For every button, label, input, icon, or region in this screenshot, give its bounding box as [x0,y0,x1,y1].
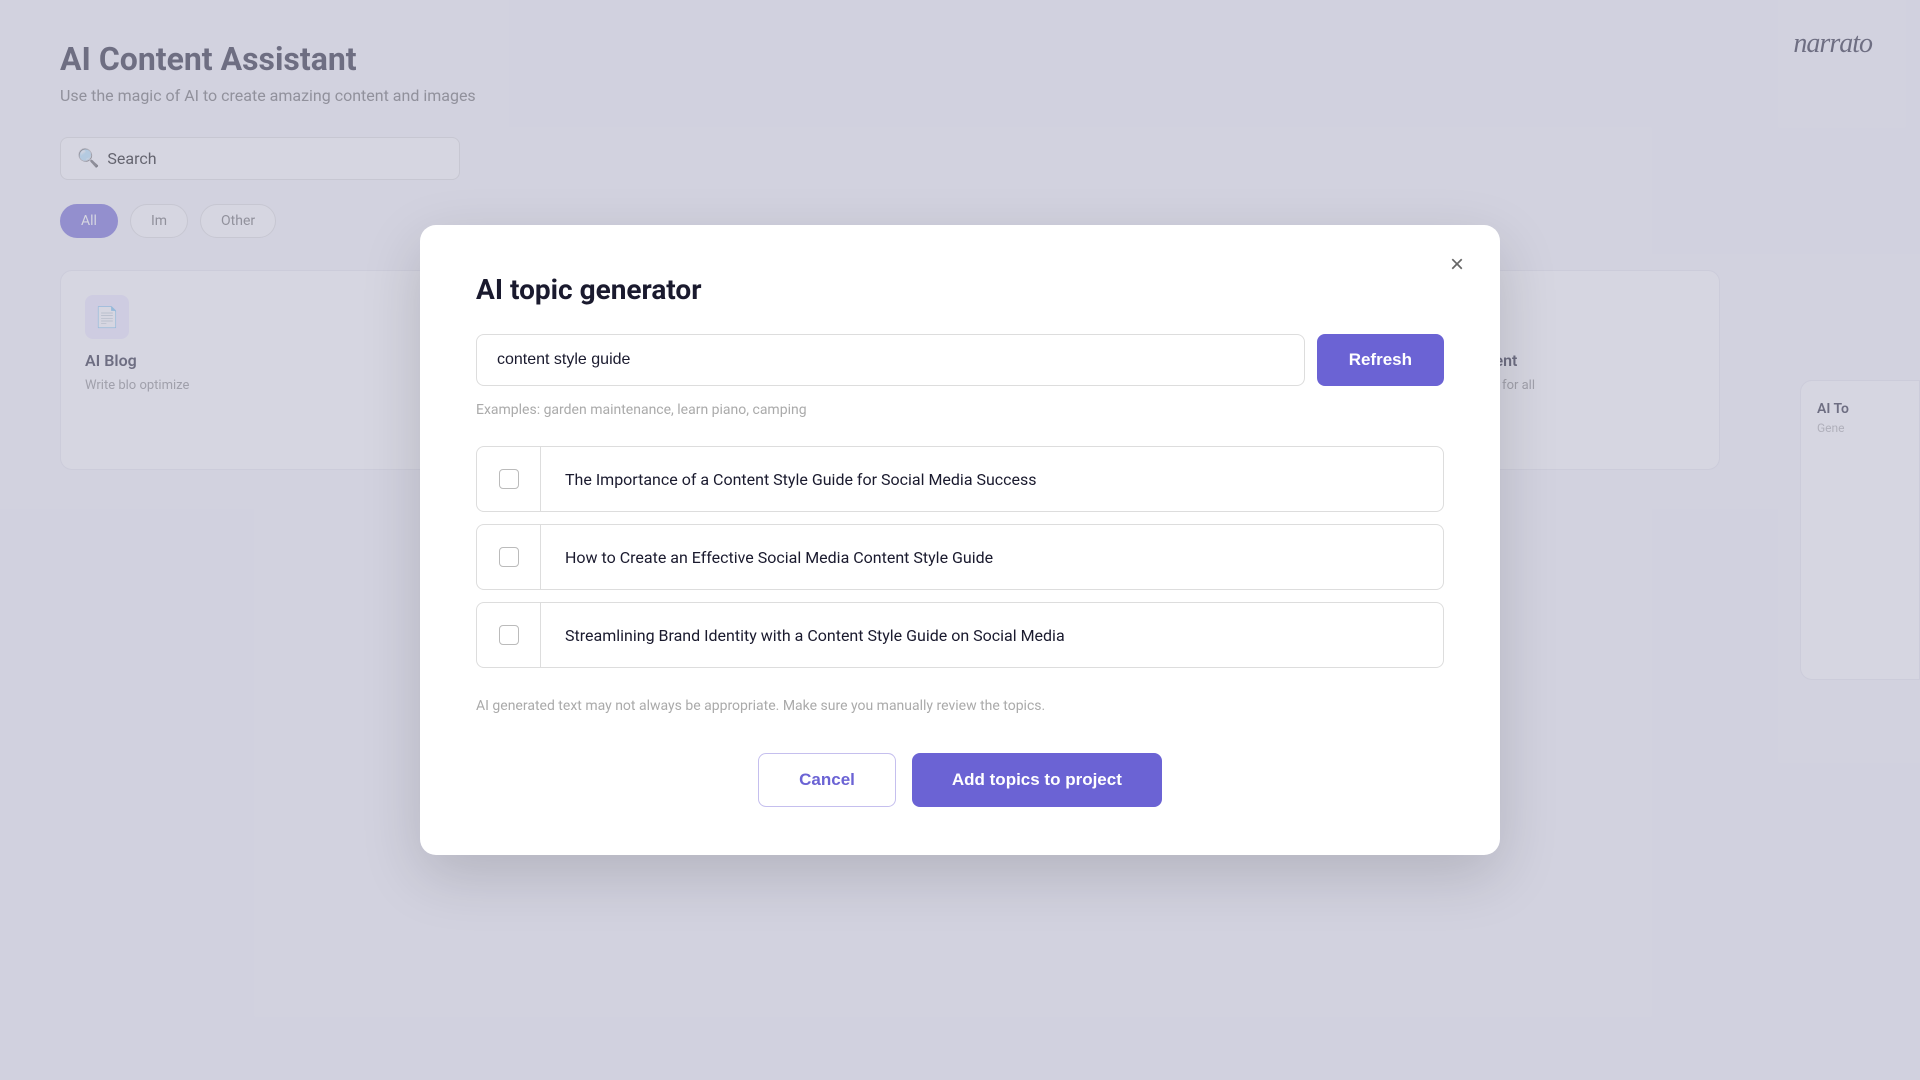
topic-list: The Importance of a Content Style Guide … [476,446,1444,668]
modal-actions: Cancel Add topics to project [476,753,1444,807]
modal-overlay: × AI topic generator Refresh Examples: g… [0,0,1920,1080]
topic-text-2: How to Create an Effective Social Media … [541,528,1443,587]
topic-item: The Importance of a Content Style Guide … [476,446,1444,512]
input-row: Refresh [476,334,1444,386]
topic-search-input[interactable] [476,334,1305,386]
cancel-button[interactable]: Cancel [758,753,896,807]
examples-text: Examples: garden maintenance, learn pian… [476,402,1444,418]
topic-checkbox-area-2 [477,525,541,589]
topic-item: Streamlining Brand Identity with a Conte… [476,602,1444,668]
topic-checkbox-area-3 [477,603,541,667]
topic-checkbox-1[interactable] [499,469,519,489]
disclaimer-text: AI generated text may not always be appr… [476,696,1444,717]
modal-title: AI topic generator [476,273,1444,306]
add-topics-button[interactable]: Add topics to project [912,753,1162,807]
refresh-button[interactable]: Refresh [1317,334,1444,386]
topic-item: How to Create an Effective Social Media … [476,524,1444,590]
ai-topic-generator-modal: × AI topic generator Refresh Examples: g… [420,225,1500,855]
topic-checkbox-3[interactable] [499,625,519,645]
topic-text-3: Streamlining Brand Identity with a Conte… [541,606,1443,665]
topic-checkbox-area-1 [477,447,541,511]
topic-checkbox-2[interactable] [499,547,519,567]
topic-text-1: The Importance of a Content Style Guide … [541,450,1443,509]
close-button[interactable]: × [1442,249,1472,281]
